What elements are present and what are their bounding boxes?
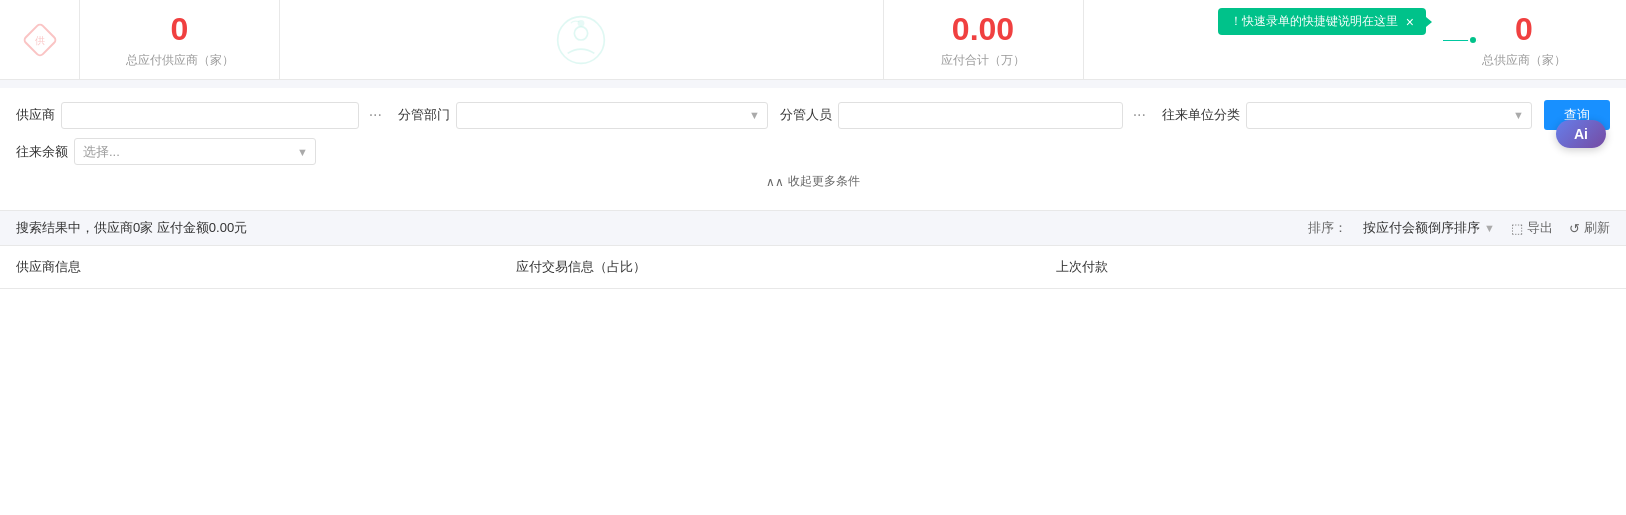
stat-right-area: ！快速录单的快捷键说明在这里 × 0 总供应商（家） <box>1084 0 1627 79</box>
supplier-filter-group: 供应商 ··· <box>16 102 386 129</box>
export-label: 导出 <box>1527 219 1553 237</box>
person-label: 分管人员 <box>780 106 832 124</box>
department-filter-group: 分管部门 ▼ <box>398 102 768 129</box>
tooltip-bubble: ！快速录单的快捷键说明在这里 × <box>1218 8 1426 35</box>
refresh-label: 刷新 <box>1584 219 1610 237</box>
unit-class-select-wrapper: ▼ <box>1246 102 1532 129</box>
sort-label: 排序： <box>1308 219 1347 237</box>
table-header: 供应商信息 应付交易信息（占比） 上次付款 <box>0 246 1626 289</box>
collapse-btn[interactable]: ∧∧ 收起更多条件 <box>754 169 872 194</box>
balance-select-wrapper: 选择... ▼ <box>74 138 316 165</box>
collapse-up-icon: ∧∧ <box>766 175 784 189</box>
result-bar: 搜索结果中，供应商0家 应付金额0.00元 排序： 按应付会额倒序排序 ▼ ⬚ … <box>0 211 1626 246</box>
person-input[interactable] <box>838 102 1123 129</box>
table-col-supplier: 供应商信息 <box>16 258 516 276</box>
tooltip-text: ！快速录单的快捷键说明在这里 <box>1230 13 1398 30</box>
table-col-payment: 上次付款 <box>1056 258 1610 276</box>
person-dots[interactable]: ··· <box>1129 106 1150 124</box>
svg-point-3 <box>575 26 588 39</box>
supplier-input[interactable] <box>61 102 359 129</box>
export-icon: ⬚ <box>1511 221 1523 236</box>
total-vendors-number: 0 <box>1515 10 1533 48</box>
export-btn[interactable]: ⬚ 导出 <box>1511 219 1553 237</box>
sort-select[interactable]: 按应付会额倒序排序 ▼ <box>1363 219 1495 237</box>
refresh-icon: ↺ <box>1569 221 1580 236</box>
balance-select[interactable]: 选择... <box>74 138 316 165</box>
department-label: 分管部门 <box>398 106 450 124</box>
result-sep: 应付金额 <box>153 220 209 235</box>
table-col-transactions: 应付交易信息（占比） <box>516 258 1056 276</box>
payable-vendors-number: 0 <box>171 10 189 48</box>
unit-class-select[interactable] <box>1246 102 1532 129</box>
filters-bar: 供应商 ··· 分管部门 ▼ 分管人员 ··· <box>0 88 1626 211</box>
supplier-dots[interactable]: ··· <box>365 106 386 124</box>
tooltip-close-btn[interactable]: × <box>1406 15 1414 29</box>
result-info: 搜索结果中，供应商0家 应付金额0.00元 <box>16 219 247 237</box>
balance-filter-group: 往来余额 选择... ▼ <box>16 138 316 165</box>
sort-value: 按应付会额倒序排序 <box>1363 219 1480 237</box>
stats-bar: 供 0 总应付供应商（家） 0.00 应付合计（万） <box>0 0 1626 80</box>
department-select[interactable] <box>456 102 768 129</box>
department-select-wrapper: ▼ <box>456 102 768 129</box>
stat-total-vendors: 0 总供应商（家） <box>1482 10 1566 69</box>
payable-sum-label: 应付合计（万） <box>941 52 1025 69</box>
collapse-label: 收起更多条件 <box>788 173 860 190</box>
result-actions: 排序： 按应付会额倒序排序 ▼ ⬚ 导出 ↺ 刷新 <box>1308 219 1610 237</box>
result-vendor-count: 0家 <box>133 220 153 235</box>
payable-sum-number: 0.00 <box>952 10 1014 48</box>
center-icon-area <box>280 0 884 79</box>
person-filter-group: 分管人员 ··· <box>780 102 1150 129</box>
supplier-label: 供应商 <box>16 106 55 124</box>
unit-class-filter-group: 往来单位分类 ▼ <box>1162 102 1532 129</box>
table-empty-area <box>0 289 1626 515</box>
stat-payable-vendors: 0 总应付供应商（家） <box>80 0 280 79</box>
filters-row-1: 供应商 ··· 分管部门 ▼ 分管人员 ··· <box>16 100 1610 130</box>
balance-label: 往来余额 <box>16 143 68 161</box>
total-vendors-label: 总供应商（家） <box>1482 52 1566 69</box>
refresh-btn[interactable]: ↺ 刷新 <box>1569 219 1610 237</box>
result-amount: 0.00元 <box>209 220 247 235</box>
payable-vendors-label: 总应付供应商（家） <box>126 52 234 69</box>
logo-area: 供 <box>0 0 80 79</box>
svg-text:供: 供 <box>35 35 45 46</box>
collapse-row: ∧∧ 收起更多条件 <box>16 165 1610 202</box>
stat-payable-sum: 0.00 应付合计（万） <box>884 0 1084 79</box>
sort-chevron-icon: ▼ <box>1484 222 1495 234</box>
result-prefix: 搜索结果中，供应商 <box>16 220 133 235</box>
tooltip-connector-dot <box>1468 35 1478 45</box>
unit-class-label: 往来单位分类 <box>1162 106 1240 124</box>
filters-row-2: 往来余额 选择... ▼ <box>16 138 1610 165</box>
ai-badge[interactable]: Ai <box>1556 120 1606 148</box>
